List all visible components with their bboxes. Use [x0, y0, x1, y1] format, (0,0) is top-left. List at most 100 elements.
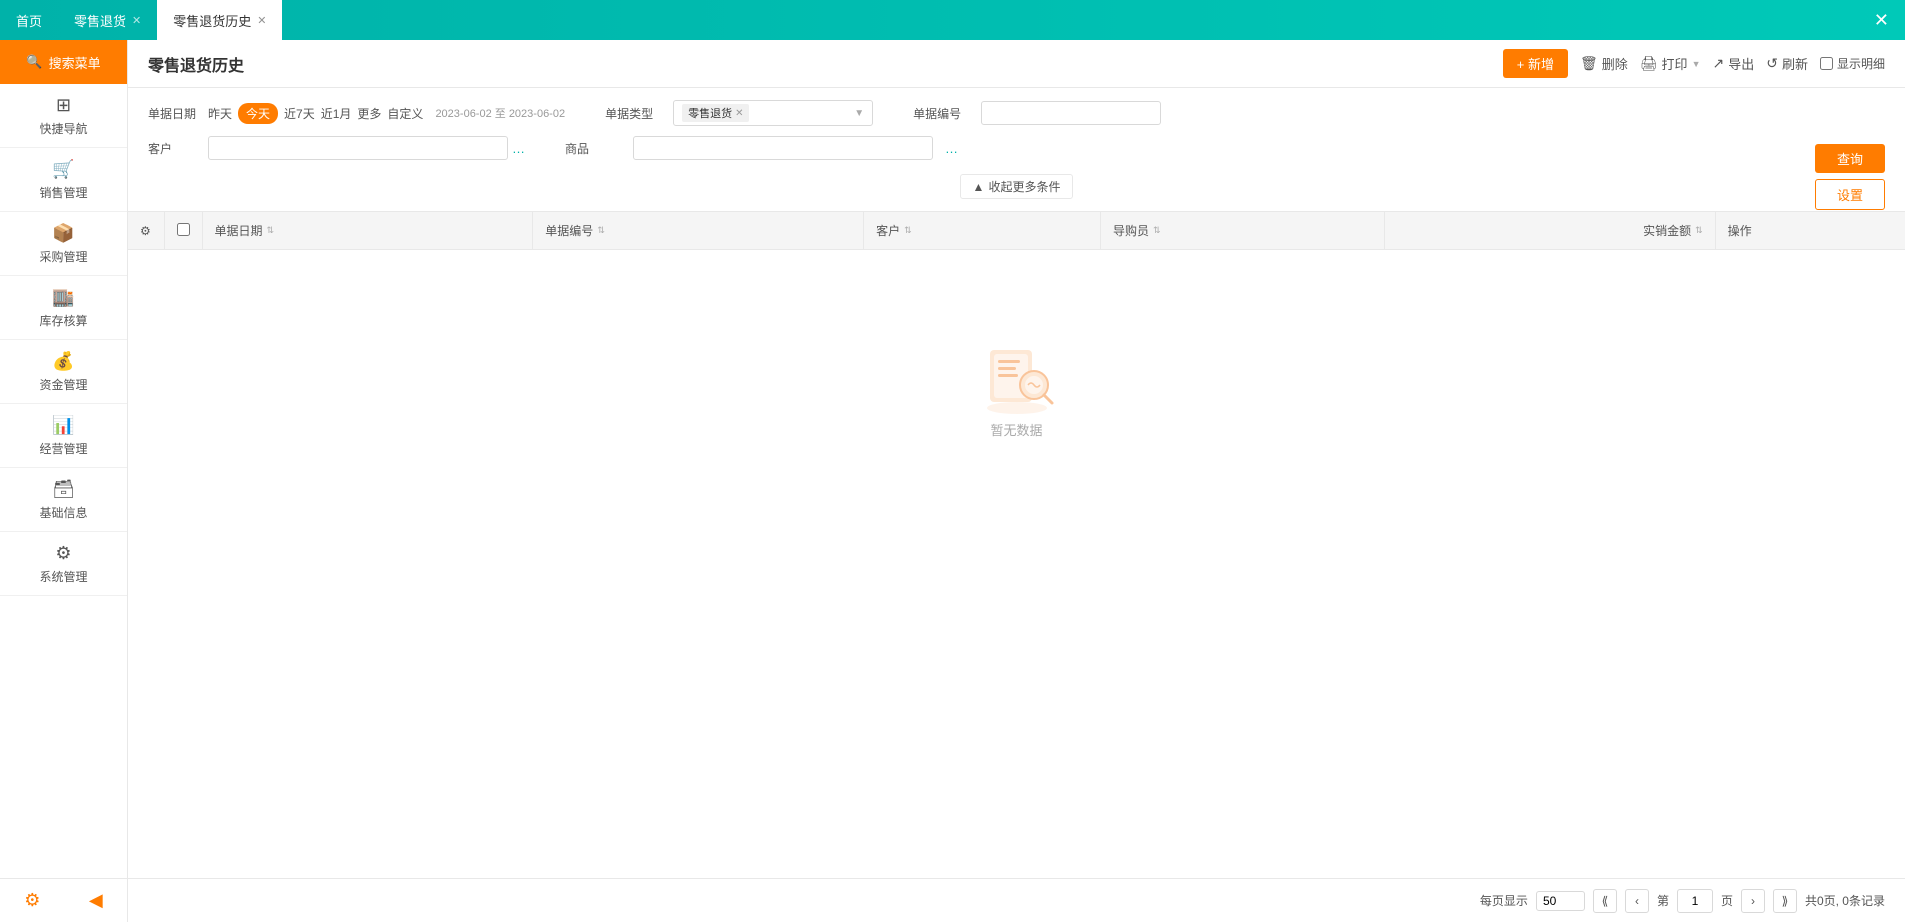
purchase-mgmt-icon: 📦 [52, 223, 74, 244]
sidebar-item-finance[interactable]: 💰 资金管理 [0, 340, 127, 404]
goods-input[interactable] [633, 136, 933, 160]
th-date[interactable]: 单据日期 ⇅ [202, 212, 533, 250]
voucher-no-label: 单据编号 [913, 105, 973, 122]
tab-retail-return-history[interactable]: 零售退货历史 ✕ [157, 0, 282, 40]
page-title: 零售退货历史 [148, 52, 244, 76]
date-shortcut-custom[interactable]: 自定义 [387, 105, 423, 122]
date-shortcut-1month[interactable]: 近1月 [321, 105, 352, 122]
settings-button[interactable]: 设置 [1815, 179, 1885, 210]
sales-mgmt-icon: 🛒 [52, 159, 74, 180]
collapse-button[interactable]: ▲ 收起更多条件 [960, 174, 1074, 199]
goods-label: 商品 [565, 140, 625, 157]
sidebar-item-sales-mgmt-label: 销售管理 [39, 184, 87, 201]
next-page-button[interactable]: › [1741, 889, 1765, 913]
print-button[interactable]: 🖨 打印 ▼ [1640, 54, 1701, 73]
sidebar-item-quick-nav[interactable]: ⊞ 快捷导航 [0, 84, 127, 148]
sidebar-nav: ⊞ 快捷导航 🛒 销售管理 📦 采购管理 🏬 库存核算 💰 资金管理 📊 [0, 84, 127, 878]
th-action: 操作 [1715, 212, 1905, 250]
sidebar-item-purchase-mgmt[interactable]: 📦 采购管理 [0, 212, 127, 276]
empty-state-cell: 暂无数据 [128, 250, 1905, 520]
sidebar-item-base-info[interactable]: 🗃 基础信息 [0, 468, 127, 532]
th-settings[interactable]: ⚙ [128, 212, 164, 250]
empty-text: 暂无数据 [990, 420, 1042, 439]
prev-page-button[interactable]: ‹ [1625, 889, 1649, 913]
voucher-type-tag: 零售退货 ✕ [682, 104, 749, 122]
th-amount-sort-icon: ⇅ [1695, 225, 1703, 236]
export-label: 导出 [1728, 54, 1754, 73]
collapse-row: ▲ 收起更多条件 [148, 170, 1885, 207]
th-no[interactable]: 单据编号 ⇅ [533, 212, 864, 250]
print-icon: 🖨 [1640, 55, 1658, 72]
per-page-label: 每页显示 [1480, 892, 1528, 909]
th-guide[interactable]: 导购员 ⇅ [1101, 212, 1385, 250]
sidebar-item-purchase-mgmt-label: 采购管理 [39, 248, 87, 265]
content-area: 零售退货历史 + 新增 🗑 删除 🖨 打印 ▼ ↗ 导出 ↺ [128, 40, 1905, 922]
customer-input[interactable] [208, 136, 508, 160]
tab-list: 首页 零售退货 ✕ 零售退货历史 ✕ [0, 0, 1858, 40]
per-page-select-wrap: 10 20 50 100 [1536, 891, 1585, 911]
last-page-button[interactable]: ⟫ [1773, 889, 1797, 913]
table-header: ⚙ 单据日期 ⇅ 单据编号 [128, 212, 1905, 250]
th-amount[interactable]: 实销金额 ⇅ [1384, 212, 1715, 250]
display-detail-checkbox[interactable] [1820, 57, 1833, 70]
date-shortcut-today[interactable]: 今天 [238, 103, 278, 124]
date-shortcut-7days[interactable]: 近7天 [284, 105, 315, 122]
date-shortcut-yesterday[interactable]: 昨天 [208, 105, 232, 122]
th-amount-label: 实销金额 [1643, 222, 1691, 239]
th-no-sort-icon: ⇅ [597, 225, 605, 236]
voucher-type-tag-value: 零售退货 [688, 105, 732, 121]
th-customer[interactable]: 客户 ⇅ [864, 212, 1101, 250]
table-area: ⚙ 单据日期 ⇅ 单据编号 [128, 212, 1905, 878]
first-page-button[interactable]: ⟪ [1593, 889, 1617, 913]
delete-button[interactable]: 🗑 删除 [1580, 54, 1628, 73]
collapse-sidebar-icon[interactable]: ◀ [89, 890, 103, 911]
display-detail-checkbox-area[interactable]: 显示明细 [1820, 55, 1885, 72]
sidebar-item-sales-mgmt[interactable]: 🛒 销售管理 [0, 148, 127, 212]
tab-retail-return-history-label: 零售退货历史 [173, 11, 251, 30]
new-button[interactable]: + 新增 [1503, 49, 1568, 78]
inventory-icon: 🏬 [52, 287, 74, 308]
operations-icon: 📊 [52, 415, 74, 436]
customer-filter-label: 客户 [148, 140, 208, 157]
page-input[interactable] [1677, 889, 1713, 913]
sidebar-item-operations-label: 经营管理 [39, 440, 87, 457]
tab-retail-return[interactable]: 零售退货 ✕ [58, 0, 157, 40]
filter-row-date: 单据日期 昨天 今天 近7天 近1月 更多 自定义 2023-06-02 至 2… [148, 100, 1885, 126]
tab-home[interactable]: 首页 [0, 0, 58, 40]
th-checkbox[interactable] [164, 212, 202, 250]
customer-ellipsis-btn[interactable]: … [512, 141, 525, 156]
voucher-no-input[interactable] [981, 101, 1161, 125]
th-date-label: 单据日期 [215, 222, 263, 239]
goods-ellipsis-btn[interactable]: … [945, 141, 958, 156]
th-customer-sort-icon: ⇅ [904, 225, 912, 236]
refresh-button[interactable]: ↺ 刷新 [1766, 54, 1808, 73]
sidebar-item-operations[interactable]: 📊 经营管理 [0, 404, 127, 468]
data-table: ⚙ 单据日期 ⇅ 单据编号 [128, 212, 1905, 519]
voucher-type-tag-close[interactable]: ✕ [735, 108, 743, 119]
th-guide-label: 导购员 [1113, 222, 1149, 239]
per-page-select[interactable]: 10 20 50 100 [1536, 891, 1585, 911]
tab-retail-return-history-close[interactable]: ✕ [257, 14, 266, 27]
voucher-type-select[interactable]: 零售退货 ✕ ▼ [673, 100, 873, 126]
window-close-button[interactable]: ✕ [1858, 10, 1905, 31]
refresh-icon: ↺ [1766, 55, 1778, 72]
date-shortcut-more[interactable]: 更多 [357, 105, 381, 122]
query-button[interactable]: 查询 [1815, 144, 1885, 173]
export-button[interactable]: ↗ 导出 [1712, 54, 1754, 73]
sidebar-bottom: ⚙ ◀ [0, 878, 127, 922]
th-customer-label: 客户 [876, 222, 900, 239]
sidebar-item-inventory-label: 库存核算 [39, 312, 87, 329]
date-filter-label: 单据日期 [148, 105, 208, 122]
display-detail-label: 显示明细 [1837, 55, 1885, 72]
finance-icon: 💰 [52, 351, 74, 372]
quick-nav-icon: ⊞ [56, 95, 71, 116]
filter-area: 单据日期 昨天 今天 近7天 近1月 更多 自定义 2023-06-02 至 2… [128, 88, 1905, 212]
sidebar-item-system-mgmt[interactable]: ⚙ 系统管理 [0, 532, 127, 596]
select-all-checkbox[interactable] [177, 223, 190, 236]
sidebar-search-button[interactable]: 🔍 搜索菜单 [0, 40, 127, 84]
tab-home-label: 首页 [16, 11, 42, 30]
tab-retail-return-close[interactable]: ✕ [132, 14, 141, 27]
settings-bottom-icon[interactable]: ⚙ [24, 890, 40, 911]
table-settings-icon[interactable]: ⚙ [140, 224, 151, 238]
sidebar-item-inventory[interactable]: 🏬 库存核算 [0, 276, 127, 340]
